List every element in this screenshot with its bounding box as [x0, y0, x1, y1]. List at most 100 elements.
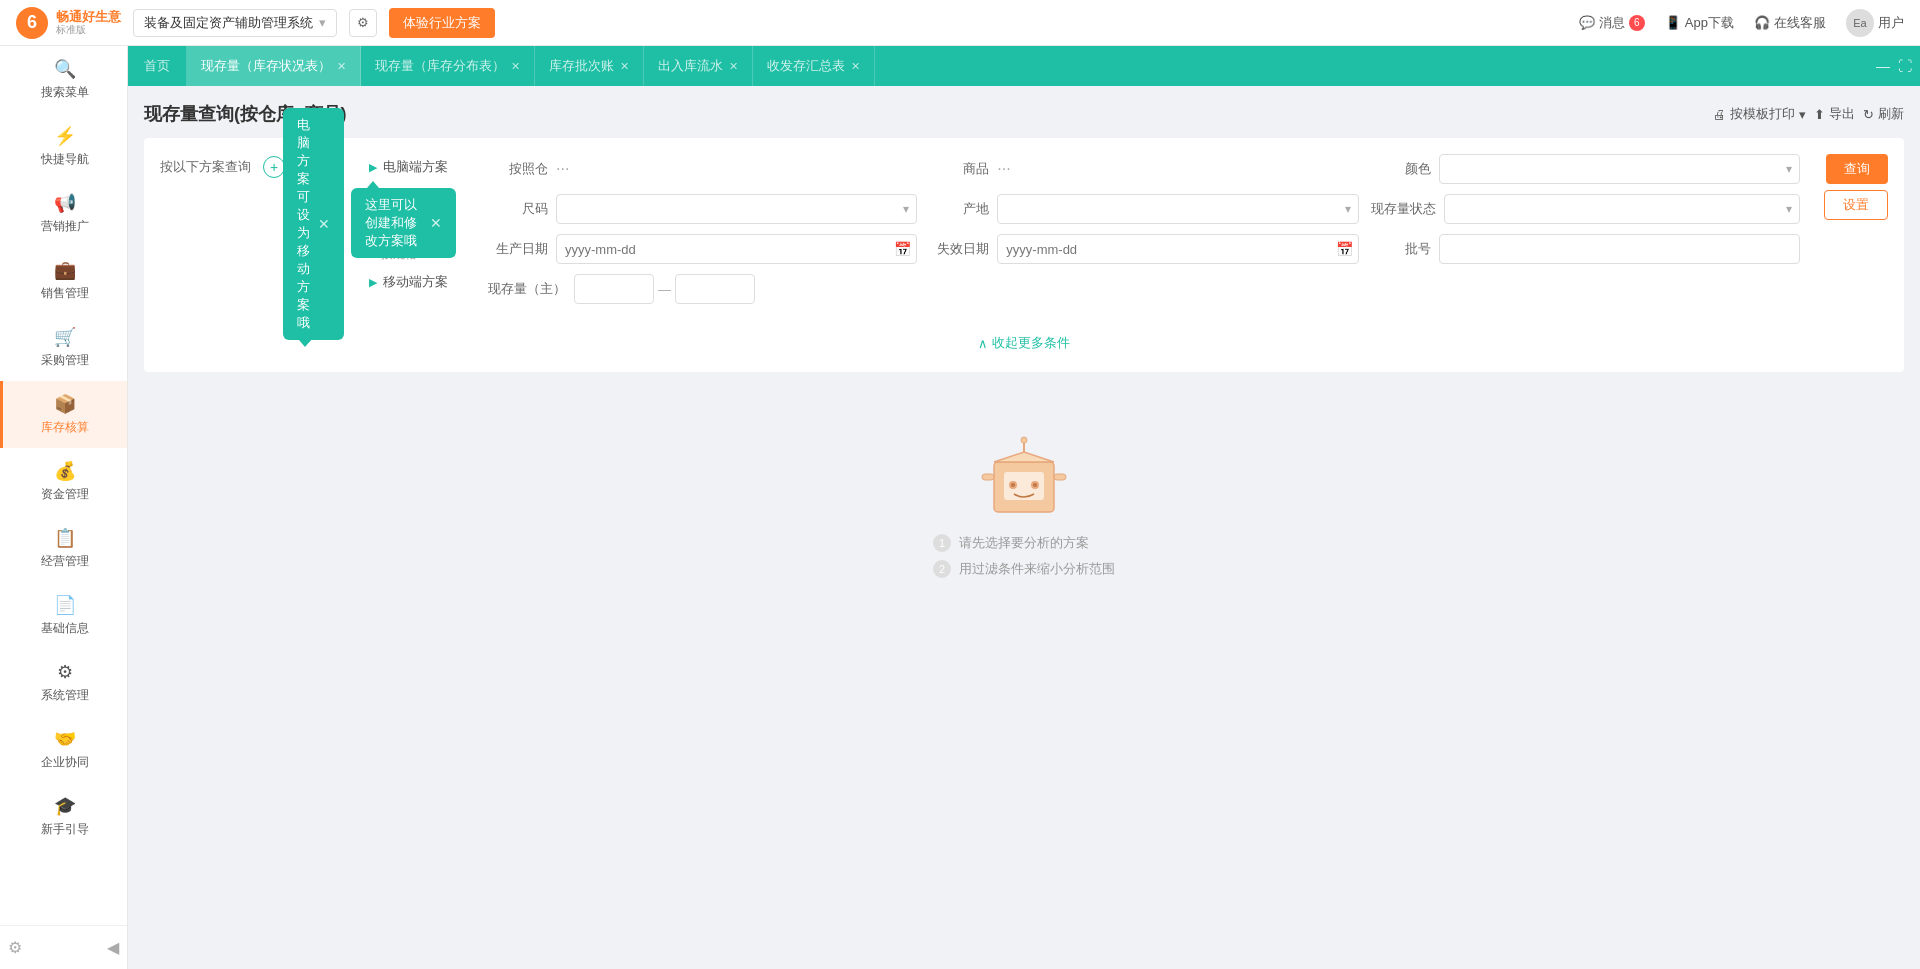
origin-select[interactable] — [997, 194, 1358, 224]
template-print-button[interactable]: 🖨 按模板打印 ▾ — [1713, 105, 1806, 123]
tab-expand-icon[interactable]: ⛶ — [1898, 58, 1912, 74]
warehouse-dots[interactable]: ··· — [556, 160, 569, 178]
sidebar-label-operations: 经营管理 — [41, 553, 89, 570]
sidebar-item-enterprise[interactable]: 🤝企业协同 — [0, 716, 127, 783]
scheme-computer-item[interactable]: ▶ 电脑端方案 — [361, 154, 456, 180]
tooltip1-close[interactable]: ✕ — [318, 216, 330, 232]
production-date-input[interactable] — [556, 234, 917, 264]
filter-add-button[interactable]: + — [263, 156, 285, 178]
message-button[interactable]: 💬 消息 6 — [1579, 14, 1645, 32]
refresh-button[interactable]: ↻ 刷新 — [1863, 105, 1904, 123]
phone-icon: 📱 — [1665, 15, 1681, 30]
user-label: 用户 — [1878, 14, 1904, 32]
color-select[interactable] — [1439, 154, 1800, 184]
svg-rect-9 — [982, 474, 994, 480]
tab-close-inout-flow[interactable]: ✕ — [729, 60, 738, 73]
sidebar-settings-btn[interactable]: ⚙ — [8, 938, 22, 957]
sidebar-label-marketing: 营销推广 — [41, 218, 89, 235]
trial-button[interactable]: 体验行业方案 — [389, 8, 495, 38]
filter-label: 按以下方案查询 — [160, 158, 251, 176]
sidebar-icon-finance: 💰 — [54, 460, 76, 482]
svg-point-5 — [1011, 483, 1015, 487]
sidebar-icon-inventory: 📦 — [54, 393, 76, 415]
batch-no-input[interactable] — [1439, 234, 1800, 264]
scheme-mobile-item[interactable]: ▶ 移动端方案 — [361, 269, 456, 295]
tab-minimize-icon[interactable]: — — [1876, 58, 1890, 74]
production-date-label: 生产日期 — [488, 240, 548, 258]
avatar: Ea — [1846, 9, 1874, 37]
sidebar-item-finance[interactable]: 💰 资金管理 — [0, 448, 127, 515]
tab-home[interactable]: 首页 — [128, 46, 187, 86]
svg-rect-10 — [1054, 474, 1066, 480]
filter-circle-button[interactable]: ↺ 电脑方案可设为移动方案哦 ✕ — [291, 156, 313, 178]
inventory-main-to[interactable] — [675, 274, 755, 304]
tab-close-inventory-status[interactable]: ✕ — [337, 60, 346, 73]
empty-hints: 1 请先选择要分析的方案 2 用过滤条件来缩小分析范围 — [933, 534, 1115, 578]
sidebar-icon-sales: 💼 — [54, 259, 76, 281]
print-icon: 🖨 — [1713, 107, 1726, 122]
inventory-main-label: 现存量（主） — [488, 280, 566, 298]
tab-close-inventory-dist[interactable]: ✕ — [511, 60, 520, 73]
search-button[interactable]: 查询 — [1826, 154, 1888, 184]
app-download-button[interactable]: 📱 App下载 — [1665, 14, 1734, 32]
tab-close-receive-summary[interactable]: ✕ — [851, 60, 860, 73]
online-support-button[interactable]: 🎧 在线客服 — [1754, 14, 1826, 32]
hint-num-1: 1 — [933, 534, 951, 552]
sidebar-label-system: 系统管理 — [41, 687, 89, 704]
sidebar-item-marketing[interactable]: 📢营销推广 — [0, 180, 127, 247]
collapse-button[interactable]: ∧ 收起更多条件 — [978, 334, 1070, 352]
sidebar-label-guide: 新手引导 — [41, 821, 89, 838]
product-label: 商品 — [929, 160, 989, 178]
empty-state: 1 请先选择要分析的方案 2 用过滤条件来缩小分析范围 — [144, 372, 1904, 638]
sidebar-label-quick-nav: 快捷导航 — [41, 151, 89, 168]
sidebar-label-purchase: 采购管理 — [41, 352, 89, 369]
app-logo-text: 畅通好生意 标准版 — [56, 9, 121, 37]
batch-no-label: 批号 — [1371, 240, 1431, 258]
sidebar-item-operations[interactable]: 📋 经营管理 — [0, 515, 127, 582]
size-select[interactable] — [556, 194, 917, 224]
sidebar-item-quick-nav[interactable]: ⚡快捷导航 — [0, 113, 127, 180]
sidebar-item-search-menu[interactable]: 🔍搜索菜单 — [0, 46, 127, 113]
sidebar-collapse-btn[interactable]: ◀ — [107, 938, 119, 957]
inventory-status-select[interactable] — [1444, 194, 1800, 224]
tab-inventory-status[interactable]: 现存量（库存状况表） ✕ — [187, 46, 361, 86]
sidebar-label-finance: 资金管理 — [41, 486, 89, 503]
tab-receive-summary[interactable]: 收发存汇总表 ✕ — [753, 46, 875, 86]
refresh-icon: ↻ — [1863, 107, 1874, 122]
reset-button[interactable]: 设置 — [1824, 190, 1888, 220]
sidebar-item-inventory[interactable]: 📦 库存核算 — [0, 381, 127, 448]
tab-close-batch-ledger[interactable]: ✕ — [620, 60, 629, 73]
tooltip2-close[interactable]: ✕ — [430, 215, 442, 231]
export-button[interactable]: ⬆ 导出 — [1814, 105, 1855, 123]
collapse-up-icon: ∧ — [978, 336, 988, 351]
tab-batch-ledger[interactable]: 库存批次账 ✕ — [535, 46, 644, 86]
system-name: 装备及固定资产辅助管理系统 ▾ — [133, 9, 337, 37]
expand-icon: ▶ — [369, 161, 377, 174]
app-logo-icon: 6 — [16, 7, 48, 39]
expiry-date-input[interactable] — [997, 234, 1358, 264]
sidebar-icon-purchase: 🛒 — [54, 326, 76, 348]
user-menu[interactable]: Ea 用户 — [1846, 9, 1904, 37]
tab-inventory-dist[interactable]: 现存量（库存分布表） ✕ — [361, 46, 535, 86]
chevron-down-icon2: ▾ — [1799, 107, 1806, 122]
expiry-date-label: 失效日期 — [929, 240, 989, 258]
product-dots[interactable]: ··· — [997, 160, 1010, 178]
settings-button[interactable]: ⚙ — [349, 9, 377, 37]
inventory-main-from[interactable] — [574, 274, 654, 304]
hint-num-2: 2 — [933, 560, 951, 578]
sidebar-icon-operations: 📋 — [54, 527, 76, 549]
sidebar-icon-basic-info: 📄 — [54, 594, 76, 616]
sidebar-item-basic-info[interactable]: 📄基础信息 — [0, 582, 127, 649]
empty-illustration — [974, 432, 1074, 522]
sidebar-label-inventory: 库存核算 — [41, 419, 89, 436]
svg-marker-1 — [994, 452, 1054, 462]
color-label: 颜色 — [1371, 160, 1431, 178]
tab-inout-flow[interactable]: 出入库流水 ✕ — [644, 46, 753, 86]
message-badge: 6 — [1629, 15, 1645, 31]
sidebar-icon-system: ⚙ — [57, 661, 73, 683]
sidebar-label-sales: 销售管理 — [41, 285, 89, 302]
sidebar-item-guide[interactable]: 🎓新手引导 — [0, 783, 127, 850]
sidebar-item-sales[interactable]: 💼 销售管理 — [0, 247, 127, 314]
sidebar-item-purchase[interactable]: 🛒 采购管理 — [0, 314, 127, 381]
sidebar-item-system[interactable]: ⚙ 系统管理 — [0, 649, 127, 716]
